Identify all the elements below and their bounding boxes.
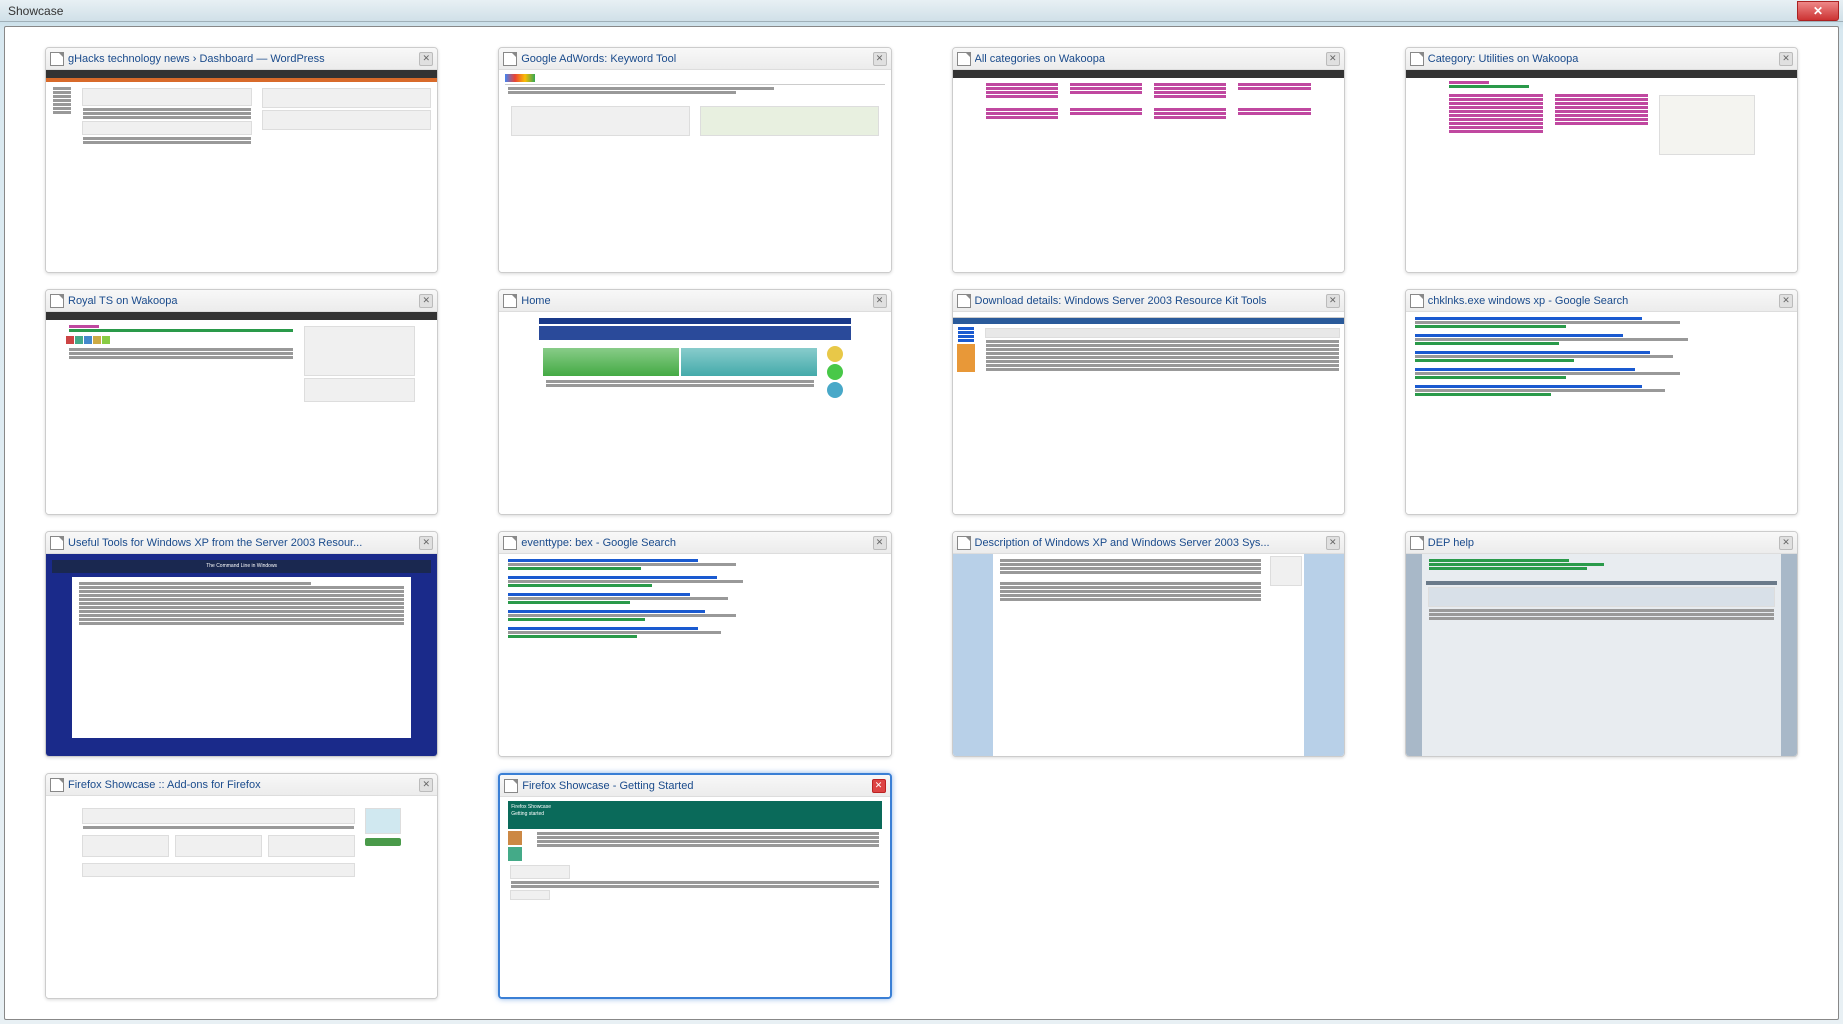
thumbnail-header: All categories on Wakoopa ✕ [953, 48, 1344, 70]
thumbnail-header: Category: Utilities on Wakoopa ✕ [1406, 48, 1797, 70]
thumbnail-preview [1406, 70, 1797, 272]
thumbnail-preview [499, 554, 890, 756]
thumbnail-header: Useful Tools for Windows XP from the Ser… [46, 532, 437, 554]
thumbnail-title: Useful Tools for Windows XP from the Ser… [68, 537, 415, 549]
thumbnail-preview [46, 796, 437, 998]
thumbnail-tab[interactable]: All categories on Wakoopa ✕ [952, 47, 1345, 273]
page-icon [957, 536, 971, 550]
thumbnail-header: Description of Windows XP and Windows Se… [953, 532, 1344, 554]
thumbnail-tab[interactable]: Firefox Showcase :: Add-ons for Firefox … [45, 773, 438, 999]
thumbnail-preview [953, 70, 1344, 272]
thumbnail-close-button[interactable]: ✕ [1326, 52, 1340, 66]
page-icon [1410, 294, 1424, 308]
thumbnail-close-button[interactable]: ✕ [873, 52, 887, 66]
thumbnail-tab[interactable]: Download details: Windows Server 2003 Re… [952, 289, 1345, 515]
page-icon [1410, 52, 1424, 66]
thumbnail-close-button[interactable]: ✕ [872, 779, 886, 793]
thumbnail-title: chklnks.exe windows xp - Google Search [1428, 295, 1775, 307]
thumbnail-preview [46, 312, 437, 514]
thumbnail-preview [499, 70, 890, 272]
thumbnail-close-button[interactable]: ✕ [419, 778, 433, 792]
page-icon [50, 536, 64, 550]
thumbnail-v[interactable]: ✕ [1779, 294, 1793, 308]
thumbnail-header: Firefox Showcase :: Add-ons for Firefox … [46, 774, 437, 796]
thumbnail-preview [46, 70, 437, 272]
thumbnail-header: Google AdWords: Keyword Tool ✕ [499, 48, 890, 70]
thumbnail-preview: Firefox ShowcaseGetting started [500, 797, 889, 997]
thumbnail-header: eventtype: bex - Google Search ✕ [499, 532, 890, 554]
thumbnail-preview: The Command Line in Windows [46, 554, 437, 756]
window-title: Showcase [8, 4, 63, 18]
thumbnail-title: All categories on Wakoopa [975, 53, 1322, 65]
thumbnail-header: Royal TS on Wakoopa ✕ [46, 290, 437, 312]
thumbnail-close-button[interactable]: ✕ [419, 536, 433, 550]
thumbnail-preview [953, 554, 1344, 756]
thumbnail-header: Home ✕ [499, 290, 890, 312]
thumbnail-title: Firefox Showcase - Getting Started [522, 780, 867, 792]
thumbnail-close-button[interactable]: ✕ [873, 294, 887, 308]
thumbnail-title: Firefox Showcase :: Add-ons for Firefox [68, 779, 415, 791]
thumbnail-title: Home [521, 295, 868, 307]
page-icon [50, 778, 64, 792]
window-close-button[interactable]: ✕ [1797, 1, 1839, 21]
thumbnail-header: DEP help ✕ [1406, 532, 1797, 554]
thumbnail-title: Download details: Windows Server 2003 Re… [975, 295, 1322, 307]
thumbnail-close-button[interactable]: ✕ [1326, 294, 1340, 308]
thumbnail-preview [953, 312, 1344, 514]
thumbnail-tab[interactable]: Home ✕ [498, 289, 891, 515]
showcase-grid: gHacks technology news › Dashboard — Wor… [4, 26, 1839, 1020]
page-icon [50, 294, 64, 308]
thumbnail-tab[interactable]: Useful Tools for Windows XP from the Ser… [45, 531, 438, 757]
thumbnail-header: Firefox Showcase - Getting Started ✕ [500, 775, 889, 797]
thumbnail-close-button[interactable]: ✕ [1326, 536, 1340, 550]
thumbnail-tab[interactable]: Google AdWords: Keyword Tool ✕ [498, 47, 891, 273]
thumbnail-tab[interactable]: Royal TS on Wakoopa ✕ [45, 289, 438, 515]
thumbnail-close-button[interactable]: ✕ [1779, 52, 1793, 66]
thumbnail-title: Google AdWords: Keyword Tool [521, 53, 868, 65]
thumbnail-header: Download details: Windows Server 2003 Re… [953, 290, 1344, 312]
thumbnail-title: Category: Utilities on Wakoopa [1428, 53, 1775, 65]
thumbnail-close-button[interactable]: ✕ [419, 294, 433, 308]
thumbnail-title: Royal TS on Wakoopa [68, 295, 415, 307]
window-titlebar: Showcase ✕ [0, 0, 1843, 22]
thumbnail-tab-active[interactable]: Firefox Showcase - Getting Started ✕ Fir… [498, 773, 891, 999]
thumbnail-preview [1406, 554, 1797, 756]
page-icon [957, 294, 971, 308]
page-icon [504, 779, 518, 793]
page-icon [957, 52, 971, 66]
thumbnail-close-button[interactable]: ✕ [873, 536, 887, 550]
thumbnail-preview [499, 312, 890, 514]
thumbnail-title: gHacks technology news › Dashboard — Wor… [68, 53, 415, 65]
page-icon [503, 294, 517, 308]
thumbnail-tab[interactable]: chklnks.exe windows xp - Google Search ✕ [1405, 289, 1798, 515]
page-icon [50, 52, 64, 66]
page-icon [503, 52, 517, 66]
thumbnail-tab[interactable]: Description of Windows XP and Windows Se… [952, 531, 1345, 757]
page-icon [503, 536, 517, 550]
thumbnail-tab[interactable]: DEP help ✕ [1405, 531, 1798, 757]
thumbnail-title: Description of Windows XP and Windows Se… [975, 537, 1322, 549]
thumbnail-title: eventtype: bex - Google Search [521, 537, 868, 549]
thumbnail-tab[interactable]: Category: Utilities on Wakoopa ✕ [1405, 47, 1798, 273]
thumbnail-title: DEP help [1428, 537, 1775, 549]
thumbnail-tab[interactable]: eventtype: bex - Google Search ✕ [498, 531, 891, 757]
thumbnail-header: gHacks technology news › Dashboard — Wor… [46, 48, 437, 70]
thumbnail-close-button[interactable]: ✕ [419, 52, 433, 66]
page-icon [1410, 536, 1424, 550]
thumbnail-header: chklnks.exe windows xp - Google Search ✕ [1406, 290, 1797, 312]
thumbnail-close-button[interactable]: ✕ [1779, 536, 1793, 550]
thumbnail-preview [1406, 312, 1797, 514]
thumbnail-tab[interactable]: gHacks technology news › Dashboard — Wor… [45, 47, 438, 273]
